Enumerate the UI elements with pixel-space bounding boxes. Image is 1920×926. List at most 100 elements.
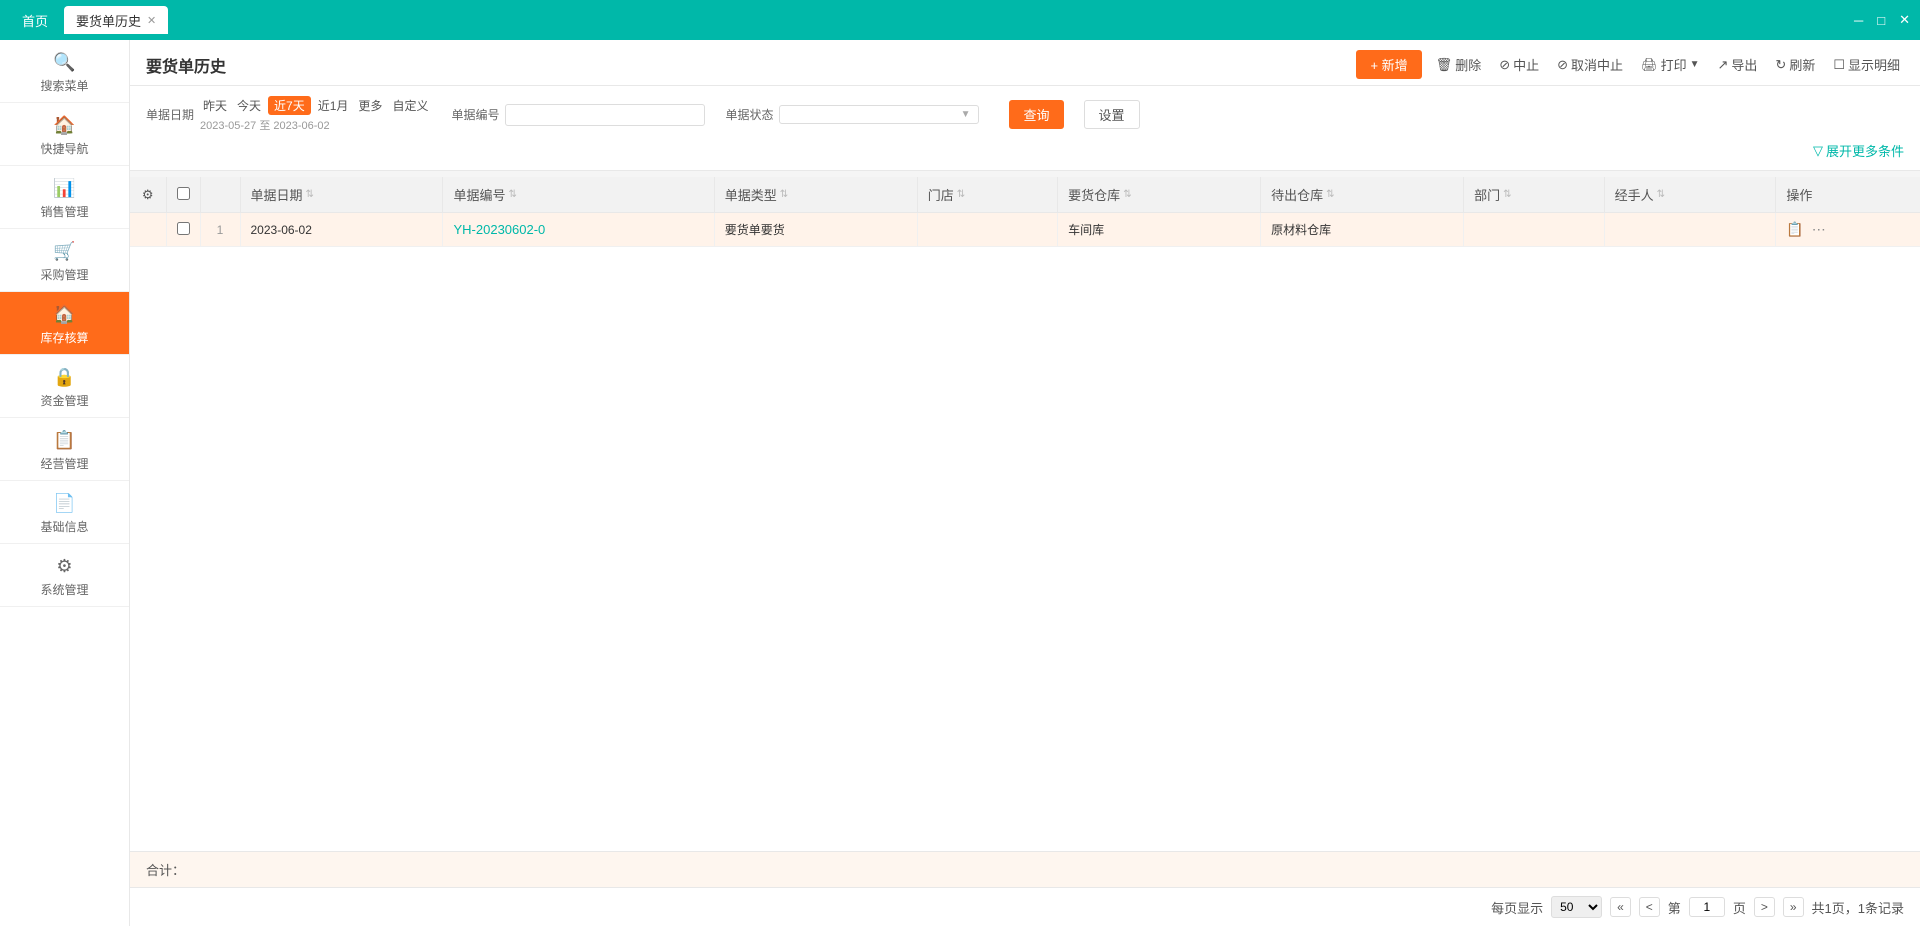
topbar-icons: ─ □ ✕	[1854, 12, 1910, 28]
table-settings-icon[interactable]: ⚙	[142, 187, 154, 202]
table-area: ⚙ 单据日期 ⇅	[130, 177, 1920, 851]
row-checkbox[interactable]	[177, 222, 190, 235]
view-action-icon[interactable]: 📋	[1786, 221, 1803, 238]
chart-icon: 📊	[53, 178, 75, 199]
cart-icon: 🛒	[53, 241, 75, 262]
th-department-label: 部门	[1474, 185, 1500, 204]
sidebar-item-operations[interactable]: 📋 经营管理	[0, 418, 129, 481]
sidebar-item-system[interactable]: ⚙ 系统管理	[0, 544, 129, 607]
sidebar-item-basicinfo[interactable]: 📄 基础信息	[0, 481, 129, 544]
window-maximize-icon[interactable]: □	[1877, 13, 1885, 28]
delete-button[interactable]: 🗑 删除	[1432, 53, 1486, 76]
top-bar: 首页 要货单历史 ✕ ─ □ ✕	[0, 0, 1920, 40]
th-handler[interactable]: 经手人 ⇅	[1604, 177, 1776, 213]
filter-billno-input[interactable]	[505, 104, 705, 126]
date-btn-yesterday[interactable]: 昨天	[200, 96, 230, 115]
date-btn-1month[interactable]: 近1月	[315, 96, 352, 115]
sidebar-label-inventory: 库存核算	[40, 329, 88, 346]
sort-department-icon[interactable]: ⇅	[1503, 189, 1511, 200]
data-table: ⚙ 单据日期 ⇅	[130, 177, 1920, 247]
th-date[interactable]: 单据日期 ⇅	[240, 177, 443, 213]
th-checkbox[interactable]	[166, 177, 200, 213]
td-num: 1	[200, 213, 240, 247]
search-icon: 🔍	[53, 52, 75, 73]
page-header: 要货单历史 + 新增 🗑 删除 ⊘ 中止 ⊘ 取消中止 🖨 打印	[130, 40, 1920, 86]
sort-pending-warehouse-icon[interactable]: ⇅	[1326, 189, 1334, 200]
warehouse-icon: 🏠	[53, 304, 75, 325]
pagination-prev-button[interactable]: <	[1639, 897, 1660, 917]
pagination-last-button[interactable]: »	[1783, 897, 1804, 917]
td-billtype: 要货单要货	[714, 213, 917, 247]
th-department[interactable]: 部门 ⇅	[1464, 177, 1604, 213]
th-req-warehouse[interactable]: 要货仓库 ⇅	[1058, 177, 1261, 213]
date-btn-more[interactable]: 更多	[355, 96, 385, 115]
sort-handler-icon[interactable]: ⇅	[1657, 189, 1665, 200]
sort-req-warehouse-icon[interactable]: ⇅	[1123, 189, 1131, 200]
refresh-button[interactable]: ↻ 刷新	[1771, 53, 1819, 76]
table-header-row: ⚙ 单据日期 ⇅	[130, 177, 1920, 213]
sidebar-item-finance[interactable]: 🔒 资金管理	[0, 355, 129, 418]
sidebar-item-purchase[interactable]: 🛒 采购管理	[0, 229, 129, 292]
td-checkbox[interactable]	[166, 213, 200, 247]
print-button[interactable]: 🖨 打印 ▼	[1637, 53, 1703, 76]
print-dropdown-icon: ▼	[1690, 59, 1700, 70]
export-label: 导出	[1731, 55, 1757, 74]
th-store[interactable]: 门店 ⇅	[917, 177, 1057, 213]
sidebar-item-sales[interactable]: 📊 销售管理	[0, 166, 129, 229]
tab-home[interactable]: 首页	[10, 6, 60, 34]
th-settings[interactable]: ⚙	[130, 177, 166, 213]
total-label: 合计：	[146, 863, 185, 878]
per-page-select[interactable]: 20 50 100 200	[1551, 896, 1602, 918]
tab-requisition-history[interactable]: 要货单历史 ✕	[64, 6, 168, 34]
th-pending-warehouse[interactable]: 待出仓库 ⇅	[1261, 177, 1464, 213]
refresh-icon: ↻	[1775, 57, 1786, 73]
home-icon: 🏠	[53, 115, 75, 136]
sort-date-icon[interactable]: ⇅	[306, 189, 314, 200]
th-billno[interactable]: 单据编号 ⇅	[443, 177, 714, 213]
query-button[interactable]: 查询	[1009, 100, 1063, 129]
setting-button[interactable]: 设置	[1084, 100, 1140, 129]
delete-label: 删除	[1455, 55, 1481, 74]
show-detail-button[interactable]: ☐ 显示明细	[1829, 53, 1904, 76]
select-all-checkbox[interactable]	[177, 187, 190, 200]
more-action-icon[interactable]: ⋯	[1812, 221, 1826, 238]
sort-billno-icon[interactable]: ⇅	[509, 189, 517, 200]
date-btn-custom[interactable]: 自定义	[389, 96, 431, 115]
date-btn-7days[interactable]: 近7天	[268, 96, 311, 115]
bill-no-link[interactable]: YH-20230602-0	[453, 222, 545, 237]
td-billno: YH-20230602-0	[443, 213, 714, 247]
expand-filter-button[interactable]: ▽ 展开更多条件	[1813, 141, 1904, 160]
sort-store-icon[interactable]: ⇅	[957, 189, 965, 200]
filter-status-select[interactable]: ▼	[779, 105, 979, 124]
stop-button[interactable]: ⊘ 中止	[1495, 53, 1543, 76]
stop-icon: ⊘	[1499, 57, 1510, 73]
add-button[interactable]: + 新增	[1356, 50, 1421, 79]
sidebar-item-search[interactable]: 🔍 搜索菜单	[0, 40, 129, 103]
pagination-next-button[interactable]: >	[1754, 897, 1775, 917]
window-minimize-icon[interactable]: ─	[1854, 13, 1863, 28]
sidebar-label-basicinfo: 基础信息	[40, 518, 88, 535]
cancel-stop-button[interactable]: ⊘ 取消中止	[1553, 53, 1627, 76]
clipboard-icon: 📋	[53, 430, 75, 451]
sidebar-item-quicknav[interactable]: 🏠 快捷导航	[0, 103, 129, 166]
sidebar-label-search: 搜索菜单	[40, 77, 88, 94]
refresh-label: 刷新	[1789, 55, 1815, 74]
window-close-icon[interactable]: ✕	[1899, 12, 1910, 28]
sort-billtype-icon[interactable]: ⇅	[780, 189, 788, 200]
td-settings	[130, 213, 166, 247]
pagination-page-input[interactable]	[1689, 897, 1725, 917]
sidebar: 🔍 搜索菜单 🏠 快捷导航 📊 销售管理 🛒 采购管理 🏠 库存核算 🔒 资金管…	[0, 40, 130, 926]
td-store	[917, 213, 1057, 247]
th-operation-label: 操作	[1786, 188, 1812, 203]
tab-close-icon[interactable]: ✕	[147, 14, 156, 27]
th-billtype[interactable]: 单据类型 ⇅	[714, 177, 917, 213]
sidebar-item-inventory[interactable]: 🏠 库存核算	[0, 292, 129, 355]
pagination-first-button[interactable]: «	[1610, 897, 1631, 917]
per-page-label: 每页显示	[1491, 898, 1543, 917]
export-button[interactable]: ↗ 导出	[1713, 53, 1761, 76]
th-req-warehouse-label: 要货仓库	[1068, 185, 1120, 204]
th-handler-label: 经手人	[1615, 185, 1654, 204]
date-btn-today[interactable]: 今天	[234, 96, 264, 115]
print-icon: 🖨	[1641, 57, 1658, 73]
td-req-warehouse: 车间库	[1058, 213, 1261, 247]
